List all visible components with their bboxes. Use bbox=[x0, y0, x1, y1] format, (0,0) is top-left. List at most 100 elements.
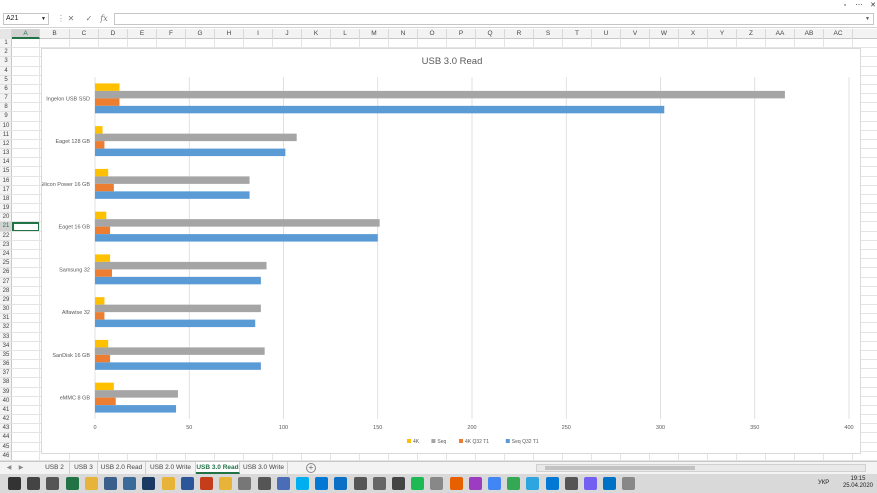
column-header-p[interactable]: P bbox=[447, 29, 476, 39]
row-header-36[interactable]: 36 bbox=[0, 360, 12, 370]
column-header-h[interactable]: H bbox=[215, 29, 244, 39]
row-header-21[interactable]: 21 bbox=[0, 222, 12, 232]
column-header-e[interactable]: E bbox=[128, 29, 157, 39]
row-header-37[interactable]: 37 bbox=[0, 369, 12, 379]
calculator-icon[interactable] bbox=[392, 477, 405, 490]
column-header-s[interactable]: S bbox=[534, 29, 563, 39]
row-header-23[interactable]: 23 bbox=[0, 241, 12, 250]
apps-icon[interactable] bbox=[104, 477, 117, 490]
column-header-o[interactable]: O bbox=[418, 29, 447, 39]
row-header-34[interactable]: 34 bbox=[0, 342, 12, 351]
enter-icon[interactable]: ✓ bbox=[84, 14, 94, 24]
row-header-33[interactable]: 33 bbox=[0, 333, 12, 342]
row-header-20[interactable]: 20 bbox=[0, 213, 12, 223]
row-header-39[interactable]: 39 bbox=[0, 388, 12, 397]
restore-down-icon[interactable]: ▫ bbox=[838, 0, 852, 11]
powerpoint-icon[interactable] bbox=[200, 477, 213, 490]
row-header-40[interactable]: 40 bbox=[0, 397, 12, 406]
row-header-7[interactable]: 7 bbox=[0, 94, 12, 104]
maps-icon[interactable] bbox=[507, 477, 521, 490]
row-header-46[interactable]: 46 bbox=[0, 452, 12, 461]
viber-icon[interactable] bbox=[584, 477, 597, 490]
sheet-tab-usb-3-0-read[interactable]: USB 3.0 Read bbox=[196, 462, 240, 474]
row-header-42[interactable]: 42 bbox=[0, 415, 12, 425]
firefox-icon[interactable] bbox=[449, 477, 463, 490]
column-header-u[interactable]: U bbox=[592, 29, 621, 39]
column-header-w[interactable]: W bbox=[650, 29, 679, 39]
row-header-24[interactable]: 24 bbox=[0, 250, 12, 260]
row-header-2[interactable]: 2 bbox=[0, 48, 12, 58]
row-header-31[interactable]: 31 bbox=[0, 314, 12, 324]
horizontal-scrollbar[interactable] bbox=[536, 464, 866, 472]
explorer-2-icon[interactable] bbox=[219, 477, 233, 490]
row-header-16[interactable]: 16 bbox=[0, 177, 12, 186]
row-header-11[interactable]: 11 bbox=[0, 131, 12, 140]
photos-icon[interactable] bbox=[372, 477, 386, 490]
column-header-f[interactable]: F bbox=[157, 29, 186, 39]
column-header-y[interactable]: Y bbox=[708, 29, 737, 39]
media-player-icon[interactable] bbox=[276, 477, 290, 490]
spotify-icon[interactable] bbox=[411, 477, 425, 490]
column-header-c[interactable]: C bbox=[70, 29, 99, 39]
row-header-32[interactable]: 32 bbox=[0, 323, 12, 333]
row-header-19[interactable]: 19 bbox=[0, 204, 12, 214]
row-header-41[interactable]: 41 bbox=[0, 406, 12, 416]
row-header-43[interactable]: 43 bbox=[0, 424, 12, 434]
column-header-l[interactable]: L bbox=[331, 29, 360, 39]
column-header-t[interactable]: T bbox=[563, 29, 592, 39]
row-header-8[interactable]: 8 bbox=[0, 103, 12, 113]
row-header-3[interactable]: 3 bbox=[0, 57, 12, 67]
firefox-dev-icon[interactable] bbox=[468, 477, 482, 490]
column-header-k[interactable]: K bbox=[302, 29, 331, 39]
cancel-icon[interactable]: ✕ bbox=[66, 14, 76, 24]
telegram-icon[interactable] bbox=[526, 477, 540, 490]
name-box[interactable]: A21 ▼ bbox=[3, 13, 49, 25]
column-header-a[interactable]: A bbox=[12, 29, 40, 39]
row-header-27[interactable]: 27 bbox=[0, 278, 12, 287]
more-options-icon[interactable]: ⋯ bbox=[852, 0, 866, 11]
row-header-5[interactable]: 5 bbox=[0, 76, 12, 85]
mail-icon[interactable] bbox=[315, 477, 329, 490]
column-header-v[interactable]: V bbox=[621, 29, 650, 39]
explorer-icon[interactable] bbox=[161, 477, 175, 490]
row-header-38[interactable]: 38 bbox=[0, 378, 12, 388]
row-header-14[interactable]: 14 bbox=[0, 158, 12, 168]
formula-input[interactable]: ▼ bbox=[114, 13, 874, 25]
expand-formula-icon[interactable]: ▼ bbox=[865, 14, 870, 24]
microsoft-store-icon[interactable] bbox=[353, 477, 367, 490]
row-header-30[interactable]: 30 bbox=[0, 305, 12, 315]
row-header-35[interactable]: 35 bbox=[0, 351, 12, 361]
row-header-45[interactable]: 45 bbox=[0, 443, 12, 452]
column-header-i[interactable]: I bbox=[244, 29, 273, 39]
row-header-29[interactable]: 29 bbox=[0, 296, 12, 306]
column-header-x[interactable]: X bbox=[679, 29, 708, 39]
row-header-10[interactable]: 10 bbox=[0, 122, 12, 131]
chevron-down-icon[interactable]: ▼ bbox=[41, 14, 46, 24]
clock[interactable]: 19:15 25.04.2020 bbox=[843, 476, 873, 490]
column-header-aa[interactable]: AA bbox=[766, 29, 795, 39]
row-header-13[interactable]: 13 bbox=[0, 149, 12, 159]
windows-start-icon[interactable] bbox=[8, 477, 21, 490]
column-header-m[interactable]: M bbox=[360, 29, 389, 39]
row-header-15[interactable]: 15 bbox=[0, 167, 12, 177]
outlook-icon[interactable] bbox=[603, 477, 617, 490]
next-sheet-icon[interactable]: ▶ bbox=[16, 462, 26, 474]
column-header-b[interactable]: B bbox=[40, 29, 70, 39]
row-header-4[interactable]: 4 bbox=[0, 67, 12, 76]
file-explorer-icon[interactable] bbox=[84, 477, 98, 490]
column-header-q[interactable]: Q bbox=[476, 29, 505, 39]
row-header-25[interactable]: 25 bbox=[0, 259, 12, 269]
tray-icon[interactable] bbox=[622, 477, 636, 490]
winamp-icon[interactable] bbox=[430, 477, 444, 490]
edge-icon[interactable] bbox=[334, 477, 348, 490]
row-header-9[interactable]: 9 bbox=[0, 112, 12, 122]
column-header-g[interactable]: G bbox=[186, 29, 215, 39]
column-header-z[interactable]: Z bbox=[737, 29, 766, 39]
select-all-corner[interactable] bbox=[0, 29, 12, 39]
row-header-28[interactable]: 28 bbox=[0, 287, 12, 296]
row-header-18[interactable]: 18 bbox=[0, 195, 12, 205]
column-header-ac[interactable]: AC bbox=[824, 29, 853, 39]
sheet-tab-usb-3-0-write[interactable]: USB 3.0 Write bbox=[240, 462, 288, 474]
sheet-tab-usb-2-0-write[interactable]: USB 2.0 Write bbox=[146, 462, 196, 474]
search-icon[interactable] bbox=[27, 477, 41, 490]
